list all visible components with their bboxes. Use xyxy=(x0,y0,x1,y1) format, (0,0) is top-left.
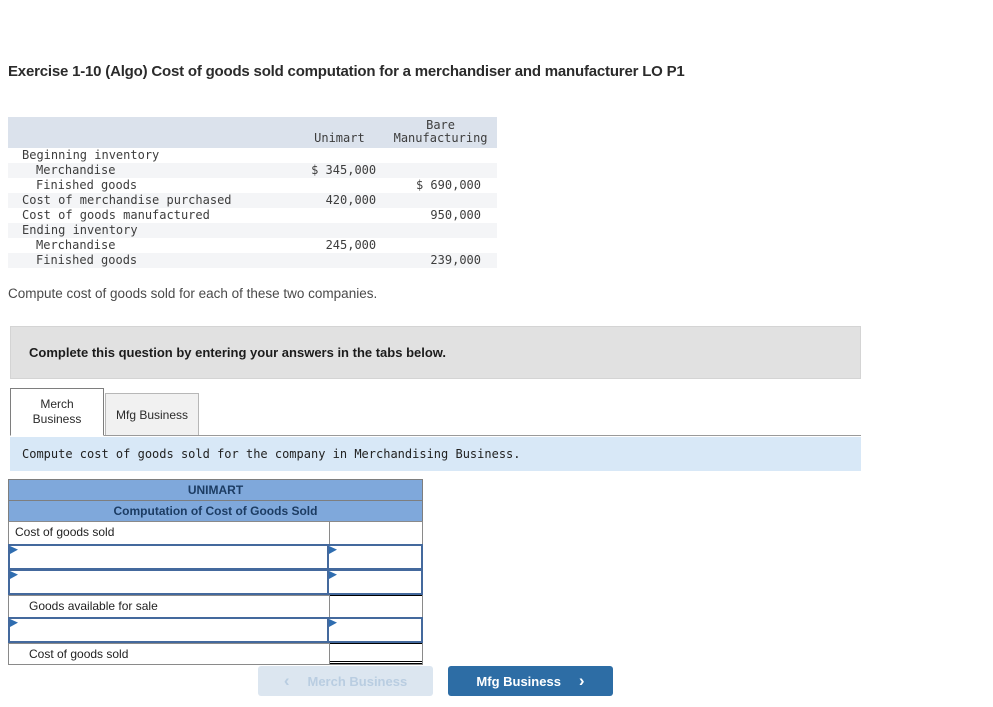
question-prompt: Compute cost of goods sold for each of t… xyxy=(8,286,377,301)
input-flag-icon xyxy=(329,619,337,627)
input-flag-icon xyxy=(10,571,18,579)
worksheet-subtitle: Computation of Cost of Goods Sold xyxy=(8,500,423,522)
worksheet-row-cogs-total: Cost of goods sold xyxy=(8,643,423,665)
worksheet-input-row-2 xyxy=(8,569,423,595)
amount-input-cell[interactable] xyxy=(329,546,421,568)
bare-value xyxy=(384,163,497,178)
row-label: Cost of goods manufactured xyxy=(8,208,295,223)
row-label: Merchandise xyxy=(8,163,295,178)
unimart-value: 245,000 xyxy=(295,238,384,253)
total-amount-cell xyxy=(330,643,422,664)
input-flag-icon xyxy=(10,546,18,554)
worksheet-row-goods-available: Goods available for sale xyxy=(8,595,423,618)
row-label-cell: Cost of goods sold xyxy=(9,643,330,664)
worksheet-table: UNIMART Computation of Cost of Goods Sol… xyxy=(8,479,423,665)
tab-instruction-bar: Compute cost of goods sold for the compa… xyxy=(10,437,861,471)
prev-button-label: Merch Business xyxy=(307,674,407,689)
amount-input-cell[interactable] xyxy=(329,619,421,641)
bare-value xyxy=(384,193,497,208)
bare-value: 239,000 xyxy=(384,253,497,268)
chevron-right-icon: › xyxy=(579,672,585,689)
tab-navigation: ‹ Merch Business Mfg Business › xyxy=(10,666,861,696)
label-input-cell[interactable] xyxy=(10,571,329,593)
table-row: Ending inventory xyxy=(8,223,497,238)
next-button-label: Mfg Business xyxy=(476,674,561,689)
column-header-unimart: Unimart xyxy=(295,117,384,148)
bare-value xyxy=(384,223,497,238)
row-label: Beginning inventory xyxy=(8,148,295,163)
prev-tab-button[interactable]: ‹ Merch Business xyxy=(258,666,433,696)
amount-cell xyxy=(330,522,422,544)
worksheet-input-row-1 xyxy=(8,544,423,570)
table-row: Beginning inventory xyxy=(8,148,497,163)
bare-value xyxy=(384,148,497,163)
instruction-text: Complete this question by entering your … xyxy=(11,345,446,360)
input-flag-icon xyxy=(10,619,18,627)
unimart-value xyxy=(295,148,384,163)
tab-instruction-text: Compute cost of goods sold for the compa… xyxy=(10,447,521,461)
unimart-value xyxy=(295,178,384,193)
unimart-value: $ 345,000 xyxy=(295,163,384,178)
worksheet-title: UNIMART xyxy=(8,479,423,501)
bare-value: $ 690,000 xyxy=(384,178,497,193)
row-label: Finished goods xyxy=(8,253,295,268)
worksheet-input-row-3 xyxy=(8,617,423,643)
column-header-bare-manufacturing: Bare Manufacturing xyxy=(384,117,497,148)
label-input-cell[interactable] xyxy=(10,619,329,641)
amount-input-cell[interactable] xyxy=(329,571,421,593)
unimart-value xyxy=(295,223,384,238)
table-row: Cost of merchandise purchased 420,000 xyxy=(8,193,497,208)
chevron-left-icon: ‹ xyxy=(284,672,290,689)
answer-tabbar: Merch Business Mfg Business xyxy=(10,388,861,436)
empty-header-cell xyxy=(8,117,295,148)
worksheet-row-cogs-heading: Cost of goods sold xyxy=(8,521,423,545)
unimart-value xyxy=(295,208,384,223)
table-row: Cost of goods manufactured 950,000 xyxy=(8,208,497,223)
input-flag-icon xyxy=(329,546,337,554)
row-label-cell: Cost of goods sold xyxy=(9,522,330,544)
row-label-cell: Goods available for sale xyxy=(9,595,330,617)
table-row: Finished goods $ 690,000 xyxy=(8,178,497,193)
tab-merch-business[interactable]: Merch Business xyxy=(10,388,104,436)
exercise-page: Exercise 1-10 (Algo) Cost of goods sold … xyxy=(0,0,993,707)
subtotal-amount-cell xyxy=(330,595,422,617)
unimart-value xyxy=(295,253,384,268)
table-row: Merchandise $ 345,000 xyxy=(8,163,497,178)
bare-value xyxy=(384,238,497,253)
label-input-cell[interactable] xyxy=(10,546,329,568)
tab-mfg-business[interactable]: Mfg Business xyxy=(105,393,199,435)
table-row: Finished goods 239,000 xyxy=(8,253,497,268)
instruction-box: Complete this question by entering your … xyxy=(10,326,861,379)
input-flag-icon xyxy=(329,571,337,579)
row-label: Merchandise xyxy=(8,238,295,253)
table-header-row: Unimart Bare Manufacturing xyxy=(8,117,497,148)
table-row: Merchandise 245,000 xyxy=(8,238,497,253)
unimart-value: 420,000 xyxy=(295,193,384,208)
row-label: Ending inventory xyxy=(8,223,295,238)
given-data-table: Unimart Bare Manufacturing Beginning inv… xyxy=(8,117,497,268)
column-header-line2: Manufacturing xyxy=(384,132,497,145)
row-label: Cost of merchandise purchased xyxy=(8,193,295,208)
bare-value: 950,000 xyxy=(384,208,497,223)
next-tab-button[interactable]: Mfg Business › xyxy=(448,666,613,696)
page-title: Exercise 1-10 (Algo) Cost of goods sold … xyxy=(8,63,685,80)
row-label: Finished goods xyxy=(8,178,295,193)
